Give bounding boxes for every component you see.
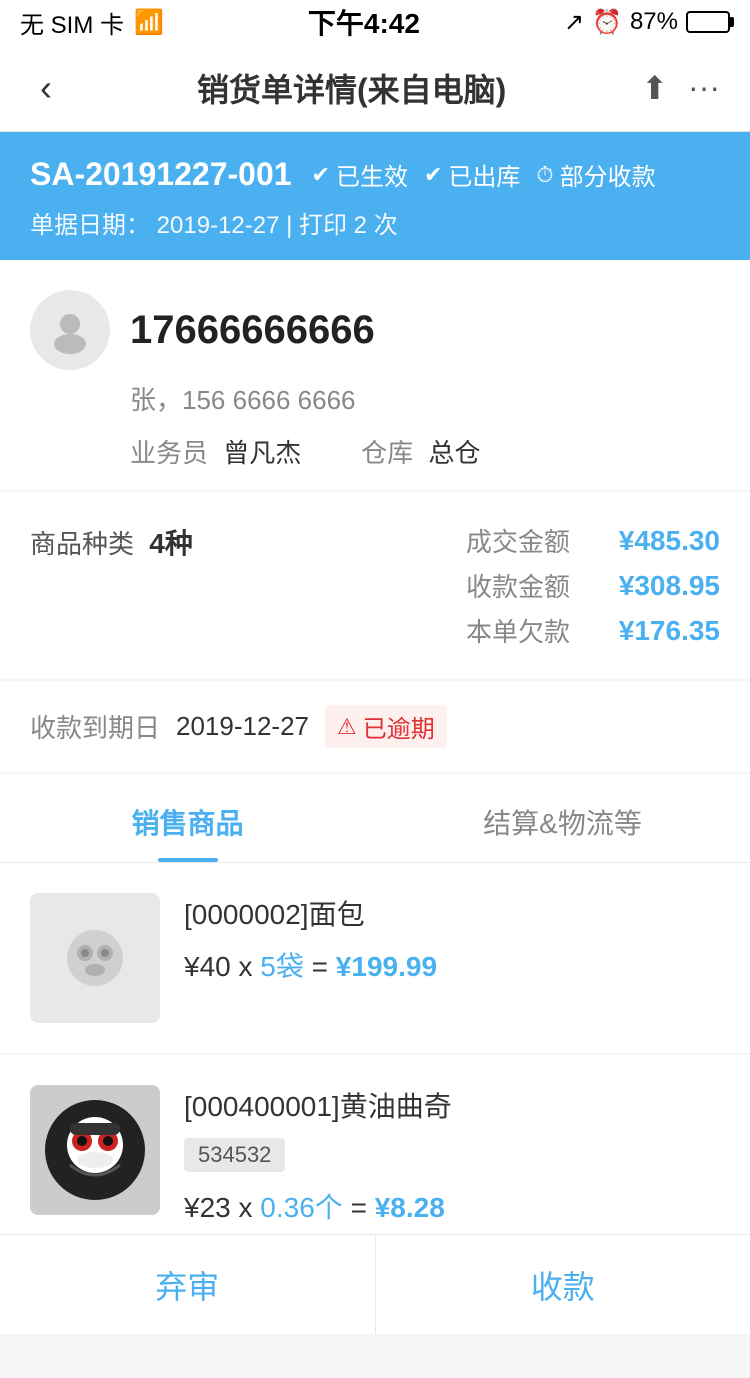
badge-shipped: ✔ 已出库 (424, 157, 520, 192)
debt-row: 本单欠款 ¥176.35 (466, 612, 720, 649)
due-label: 收款到期日 (30, 708, 160, 745)
page-title: 销货单详情(来自电脑) (62, 65, 641, 111)
badge-partial: ⏱ 部分收款 (536, 157, 655, 192)
cancel-button[interactable]: 弃审 (0, 1235, 376, 1334)
print-info: | 打印 2 次 (286, 212, 398, 239)
category-label: 商品种类 (30, 529, 134, 559)
product-item-2: [000400001]黄油曲奇 534532 ¥23 x 0.36个 = ¥8.… (0, 1055, 750, 1256)
price-qty-2: 0.36个 (260, 1192, 343, 1223)
amount-value: ¥485.30 (590, 525, 720, 557)
tab-settlement[interactable]: 结算&物流等 (375, 774, 750, 862)
banner-badges: ✔ 已生效 ✔ 已出库 ⏱ 部分收款 (312, 157, 656, 192)
customer-info: 张，156 6666 6666 (130, 380, 720, 417)
clock-icon: ⏱ (536, 162, 553, 188)
amount-label: 成交金额 (466, 522, 570, 559)
customer-phone: 17666666666 (130, 308, 375, 353)
price-x-1: x (239, 951, 261, 982)
product-price-2: ¥23 x 0.36个 = ¥8.28 (184, 1186, 720, 1226)
product-info-1: [0000002]面包 ¥40 x 5袋 = ¥199.99 (184, 893, 720, 985)
received-row: 收款金额 ¥308.95 (466, 567, 720, 604)
customer-row: 17666666666 (30, 290, 720, 370)
banner-row1: SA-20191227-001 ✔ 已生效 ✔ 已出库 ⏱ 部分收款 (30, 156, 720, 193)
overdue-dot-icon: ⚠ (337, 714, 357, 740)
overdue-text: 已逾期 (363, 709, 435, 744)
price-eq-2: = (351, 1192, 375, 1223)
product-thumb-1 (30, 893, 160, 1023)
location-icon: ↗ (564, 8, 584, 37)
category-value: 4种 (149, 528, 193, 559)
warehouse-name: 总仓 (429, 438, 481, 468)
back-button[interactable]: ‹ (30, 57, 62, 119)
bottom-bar: 弃审 收款 (0, 1234, 750, 1334)
tab-products[interactable]: 销售商品 (0, 774, 375, 862)
product-price-1: ¥40 x 5袋 = ¥199.99 (184, 945, 720, 985)
staff-name: 曾凡杰 (223, 438, 301, 468)
product-item: [0000002]面包 ¥40 x 5袋 = ¥199.99 (0, 863, 750, 1053)
tab-settlement-label: 结算&物流等 (483, 808, 642, 839)
stats-left: 商品种类 4种 (30, 522, 193, 562)
price-base-2: ¥23 (184, 1192, 231, 1223)
due-date: 2019-12-27 (176, 711, 309, 742)
status-bar: 无 SIM 卡 📶 下午4:42 ↗ ⏰ 87% (0, 0, 750, 44)
price-total-1: ¥199.99 (336, 951, 437, 982)
more-icon[interactable]: ··· (688, 69, 720, 106)
received-value: ¥308.95 (590, 570, 720, 602)
nav-bar: ‹ 销货单详情(来自电脑) ⬆ ··· (0, 44, 750, 132)
price-base-1: ¥40 (184, 951, 231, 982)
stats-section: 商品种类 4种 成交金额 ¥485.30 收款金额 ¥308.95 本单欠款 ¥… (0, 492, 750, 679)
warehouse-label: 仓库 (361, 438, 413, 468)
battery-icon (686, 11, 730, 33)
debt-value: ¥176.35 (590, 615, 720, 647)
price-x-2: x (239, 1192, 261, 1223)
order-id: SA-20191227-001 (30, 156, 292, 193)
check-icon-1: ✔ (312, 162, 330, 188)
staff-label: 业务员 (130, 438, 208, 468)
price-eq-1: = (312, 951, 336, 982)
tabs-section: 销售商品 结算&物流等 (0, 774, 750, 863)
header-date: 2019-12-27 (157, 212, 280, 239)
carrier-text: 无 SIM 卡 (20, 5, 124, 40)
wifi-icon: 📶 (134, 8, 164, 37)
overdue-badge: ⚠ 已逾期 (325, 705, 447, 748)
product-info-2: [000400001]黄油曲奇 534532 ¥23 x 0.36个 = ¥8.… (184, 1085, 720, 1226)
date-label: 单据日期： (30, 212, 150, 239)
products-section: [0000002]面包 ¥40 x 5袋 = ¥199.99 (0, 863, 750, 1256)
confirm-button[interactable]: 收款 (376, 1235, 750, 1334)
status-left: 无 SIM 卡 📶 (20, 5, 164, 40)
check-icon-2: ✔ (424, 162, 442, 188)
share-icon[interactable]: ⬆ (641, 69, 668, 107)
debt-label: 本单欠款 (466, 612, 570, 649)
price-qty-1: 5袋 (260, 951, 304, 982)
tab-products-label: 销售商品 (131, 808, 243, 839)
price-total-2: ¥8.28 (375, 1192, 445, 1223)
header-banner: SA-20191227-001 ✔ 已生效 ✔ 已出库 ⏱ 部分收款 单据日期：… (0, 132, 750, 260)
stats-right: 成交金额 ¥485.30 收款金额 ¥308.95 本单欠款 ¥176.35 (466, 522, 720, 649)
badge-effective: ✔ 已生效 (312, 157, 408, 192)
battery-text: 87% (630, 8, 678, 36)
customer-section: 17666666666 张，156 6666 6666 业务员 曾凡杰 仓库 总… (0, 260, 750, 490)
banner-date-row: 单据日期： 2019-12-27 | 打印 2 次 (30, 205, 720, 240)
due-section: 收款到期日 2019-12-27 ⚠ 已逾期 (0, 681, 750, 772)
product-code-2: [000400001]黄油曲奇 (184, 1085, 720, 1125)
amount-row: 成交金额 ¥485.30 (466, 522, 720, 559)
product-tag-2: 534532 (184, 1138, 285, 1172)
customer-avatar (30, 290, 110, 370)
product-code-1: [0000002]面包 (184, 893, 720, 933)
product-thumb-2 (30, 1085, 160, 1215)
nav-actions: ⬆ ··· (641, 69, 720, 107)
status-right: ↗ ⏰ 87% (564, 8, 730, 37)
received-label: 收款金额 (466, 567, 570, 604)
alarm-icon: ⏰ (592, 8, 622, 37)
staff-row: 业务员 曾凡杰 仓库 总仓 (130, 433, 720, 470)
status-time: 下午4:42 (308, 2, 420, 42)
